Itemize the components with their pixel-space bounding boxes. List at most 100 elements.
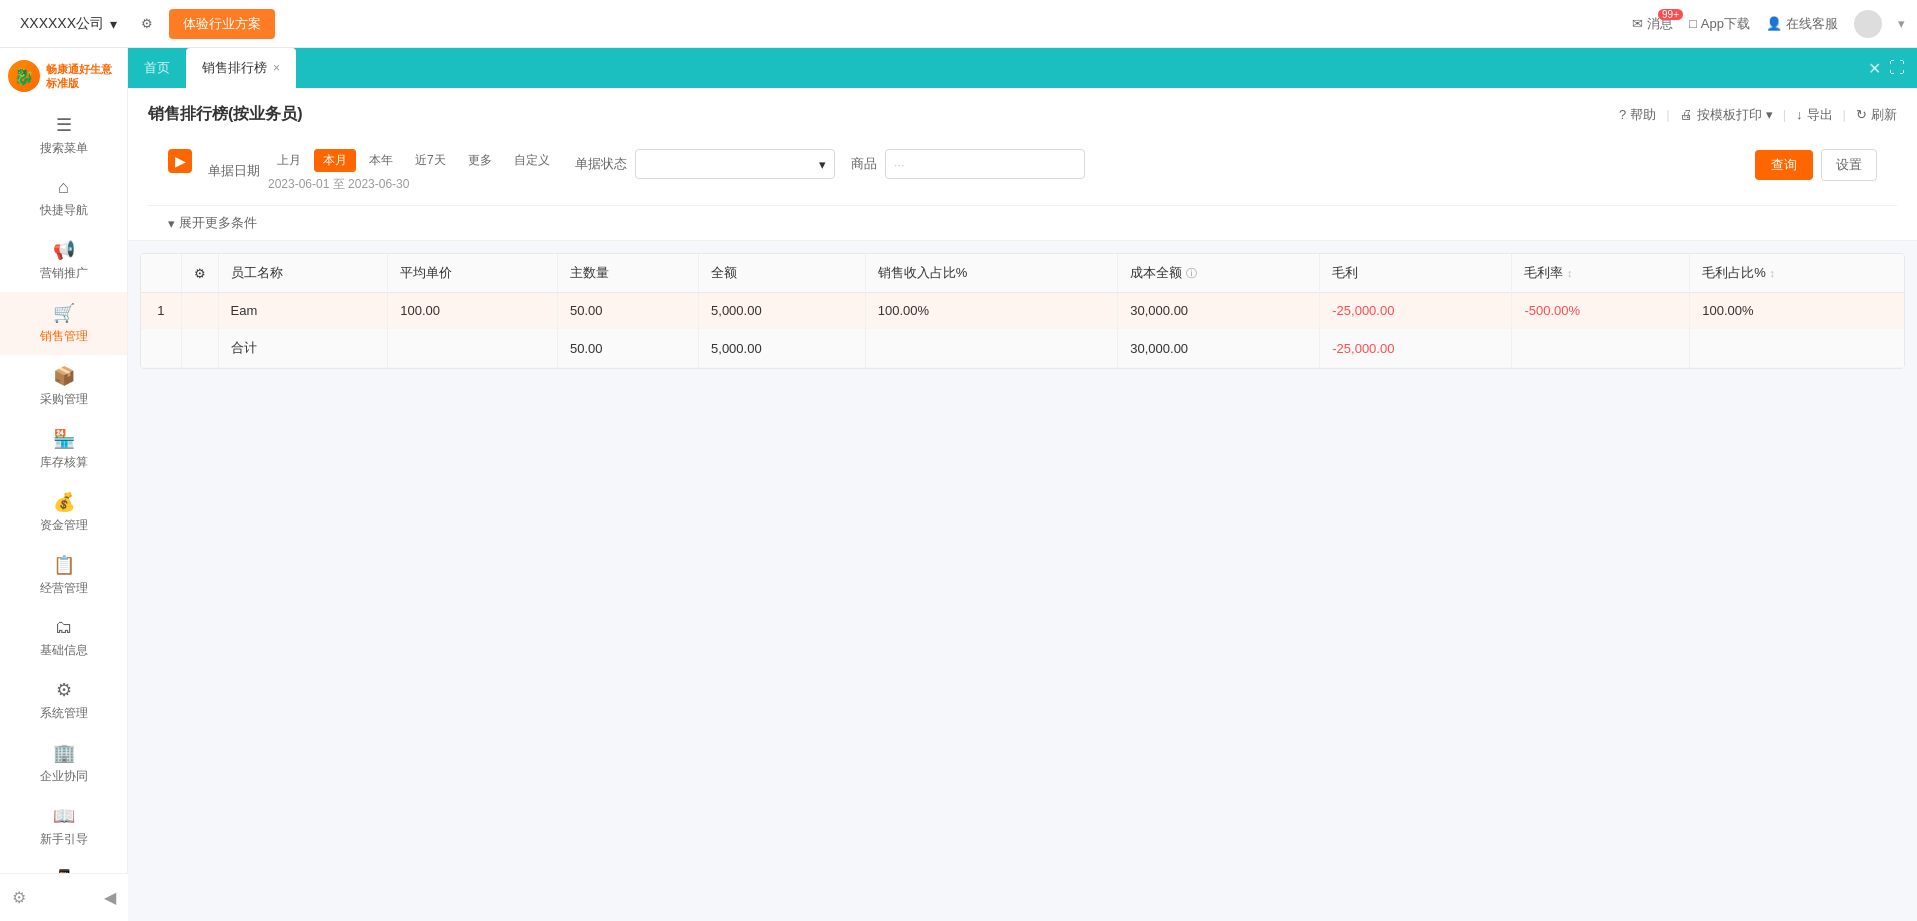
page-header: 销售排行榜(按业务员) ? 帮助 | 🖨 按模板打印 ▾ | ↓ bbox=[128, 88, 1917, 241]
message-button[interactable]: ✉ 消息 99+ bbox=[1632, 15, 1673, 33]
settings-button[interactable]: 设置 bbox=[1821, 149, 1877, 181]
tab-restore-icon[interactable]: ⛶ bbox=[1889, 59, 1905, 77]
sidebar-item-label: 新手引导 bbox=[40, 831, 88, 848]
online-service-button[interactable]: 👤 在线客服 bbox=[1766, 15, 1838, 33]
cell-sales-pct: 100.00% bbox=[865, 293, 1118, 329]
sidebar-item-label: 企业协同 bbox=[40, 768, 88, 785]
table-row: 1 Eam 100.00 50.00 5,000.00 100.00% 30,0… bbox=[141, 293, 1904, 329]
cell-gross: -25,000.00 bbox=[1320, 293, 1512, 329]
tab-close-all-icon[interactable]: ✕ bbox=[1868, 59, 1881, 78]
sidebar-item-label: 采购管理 bbox=[40, 391, 88, 408]
tab-sales-rank[interactable]: 销售排行榜 × bbox=[186, 48, 296, 88]
col-settings[interactable]: ⚙ bbox=[181, 254, 218, 293]
col-qty: 主数量 bbox=[557, 254, 698, 293]
help-button[interactable]: ? 帮助 bbox=[1619, 106, 1656, 124]
col-gross: 毛利 bbox=[1320, 254, 1512, 293]
goods-input[interactable]: ··· bbox=[885, 149, 1085, 179]
trial-button[interactable]: 体验行业方案 bbox=[169, 9, 275, 39]
sidebar-item-enterprise[interactable]: 🏢 企业协同 bbox=[0, 732, 127, 795]
status-select[interactable]: ▾ bbox=[635, 149, 835, 179]
sidebar-item-guide[interactable]: 📖 新手引导 bbox=[0, 795, 127, 858]
goods-input-placeholder: ··· bbox=[894, 157, 905, 172]
sidebar-item-quick[interactable]: ⌂ 快捷导航 bbox=[0, 167, 127, 229]
date-tab-this-year[interactable]: 本年 bbox=[360, 149, 402, 172]
inventory-icon: 🏪 bbox=[53, 428, 75, 450]
enterprise-icon: 🏢 bbox=[53, 742, 75, 764]
sidebar-item-sales[interactable]: 🛒 销售管理 bbox=[0, 292, 127, 355]
footer-qty: 50.00 bbox=[557, 329, 698, 368]
tab-sales-rank-label: 销售排行榜 bbox=[202, 59, 267, 77]
settings-icon[interactable]: ⚙ bbox=[133, 10, 161, 38]
tab-bar-right: ✕ ⛶ bbox=[1868, 59, 1917, 78]
date-tab-more[interactable]: 更多 bbox=[459, 149, 501, 172]
col-avg-price: 平均单价 bbox=[388, 254, 558, 293]
sidebar-item-basic[interactable]: 🗂 基础信息 bbox=[0, 607, 127, 669]
search-menu-icon: ☰ bbox=[56, 114, 72, 136]
sidebar-logo: 🐉 畅康通好生意标准版 bbox=[0, 48, 127, 104]
goods-filter-label: 商品 bbox=[851, 155, 877, 173]
sidebar-item-system[interactable]: ⚙ 系统管理 bbox=[0, 669, 127, 732]
col-sales-pct: 销售收入占比% bbox=[865, 254, 1118, 293]
tab-home[interactable]: 首页 bbox=[128, 48, 186, 88]
collapse-sidebar-icon[interactable]: ◀ bbox=[104, 888, 116, 907]
footer-avg-price bbox=[388, 329, 558, 368]
expand-conditions-button[interactable]: ▾ 展开更多条件 bbox=[148, 205, 1897, 240]
gross-pct-sort-icon[interactable]: ↕ bbox=[1769, 267, 1775, 279]
print-chevron-icon: ▾ bbox=[1766, 107, 1773, 122]
sidebar-item-label: 资金管理 bbox=[40, 517, 88, 534]
date-tab-prev-month[interactable]: 上月 bbox=[268, 149, 310, 172]
company-name: XXXXXX公司 bbox=[20, 15, 104, 33]
export-button[interactable]: ↓ 导出 bbox=[1796, 106, 1833, 124]
sidebar-item-label: 搜索菜单 bbox=[40, 140, 88, 157]
basic-icon: 🗂 bbox=[55, 617, 73, 638]
query-button[interactable]: 查询 bbox=[1755, 150, 1813, 180]
cost-info-icon[interactable]: ⓘ bbox=[1186, 267, 1197, 279]
footer-empty1 bbox=[141, 329, 181, 368]
footer-gross-pct bbox=[1690, 329, 1904, 368]
sidebar-item-search[interactable]: ☰ 搜索菜单 bbox=[0, 104, 127, 167]
tab-close-icon[interactable]: × bbox=[273, 61, 280, 75]
col-name: 员工名称 bbox=[218, 254, 388, 293]
date-tab-custom[interactable]: 自定义 bbox=[505, 149, 559, 172]
operations-icon: 📋 bbox=[53, 554, 75, 576]
date-tab-7days[interactable]: 近7天 bbox=[406, 149, 455, 172]
date-filter-label: 单据日期 bbox=[208, 162, 260, 180]
cell-row-settings bbox=[181, 293, 218, 329]
avatar[interactable] bbox=[1854, 10, 1882, 38]
cell-gross-pct: 100.00% bbox=[1690, 293, 1904, 329]
footer-label: 合计 bbox=[218, 329, 388, 368]
sales-icon: 🛒 bbox=[53, 302, 75, 324]
sidebar-item-operations[interactable]: 📋 经营管理 bbox=[0, 544, 127, 607]
col-cost: 成本全额 ⓘ bbox=[1118, 254, 1320, 293]
sidebar-item-label: 库存核算 bbox=[40, 454, 88, 471]
top-right-actions: ✉ 消息 99+ □ App下载 👤 在线客服 ▾ bbox=[1632, 10, 1905, 38]
divider3: | bbox=[1843, 107, 1846, 122]
divider2: | bbox=[1783, 107, 1786, 122]
app-download-button[interactable]: □ App下载 bbox=[1689, 15, 1750, 33]
print-button[interactable]: 🖨 按模板打印 ▾ bbox=[1680, 106, 1773, 124]
company-selector[interactable]: XXXXXX公司 ▾ bbox=[12, 11, 125, 37]
message-icon: ✉ bbox=[1632, 16, 1643, 31]
date-tab-this-month[interactable]: 本月 bbox=[314, 149, 356, 172]
gross-rate-sort-icon[interactable]: ↕ bbox=[1567, 267, 1573, 279]
col-gross-pct: 毛利占比% ↕ bbox=[1690, 254, 1904, 293]
query-action-group: 查询 设置 bbox=[1755, 149, 1877, 181]
refresh-button[interactable]: ↻ 刷新 bbox=[1856, 106, 1897, 124]
sidebar-item-inventory[interactable]: 🏪 库存核算 bbox=[0, 418, 127, 481]
marketing-icon: 📢 bbox=[53, 239, 75, 261]
message-badge: 99+ bbox=[1658, 9, 1683, 20]
table-body: 1 Eam 100.00 50.00 5,000.00 100.00% 30,0… bbox=[141, 293, 1904, 329]
sidebar-item-label: 系统管理 bbox=[40, 705, 88, 722]
page-actions: ? 帮助 | 🖨 按模板打印 ▾ | ↓ 导出 | bbox=[1619, 106, 1897, 124]
refresh-icon: ↻ bbox=[1856, 107, 1867, 122]
cell-avg-price: 100.00 bbox=[388, 293, 558, 329]
sidebar-item-purchase[interactable]: 📦 采购管理 bbox=[0, 355, 127, 418]
cell-gross-rate: -500.00% bbox=[1512, 293, 1690, 329]
sidebar-item-finance[interactable]: 💰 资金管理 bbox=[0, 481, 127, 544]
table-footer-row: 合计 50.00 5,000.00 30,000.00 -25,000.00 bbox=[141, 329, 1904, 368]
sidebar-item-marketing[interactable]: 📢 营销推广 bbox=[0, 229, 127, 292]
bottom-settings-icon[interactable]: ⚙ bbox=[12, 888, 26, 907]
filter-expand-arrow[interactable]: ▶ bbox=[168, 149, 192, 173]
cell-amount: 5,000.00 bbox=[699, 293, 866, 329]
page-title-row: 销售排行榜(按业务员) ? 帮助 | 🖨 按模板打印 ▾ | ↓ bbox=[148, 104, 1897, 125]
